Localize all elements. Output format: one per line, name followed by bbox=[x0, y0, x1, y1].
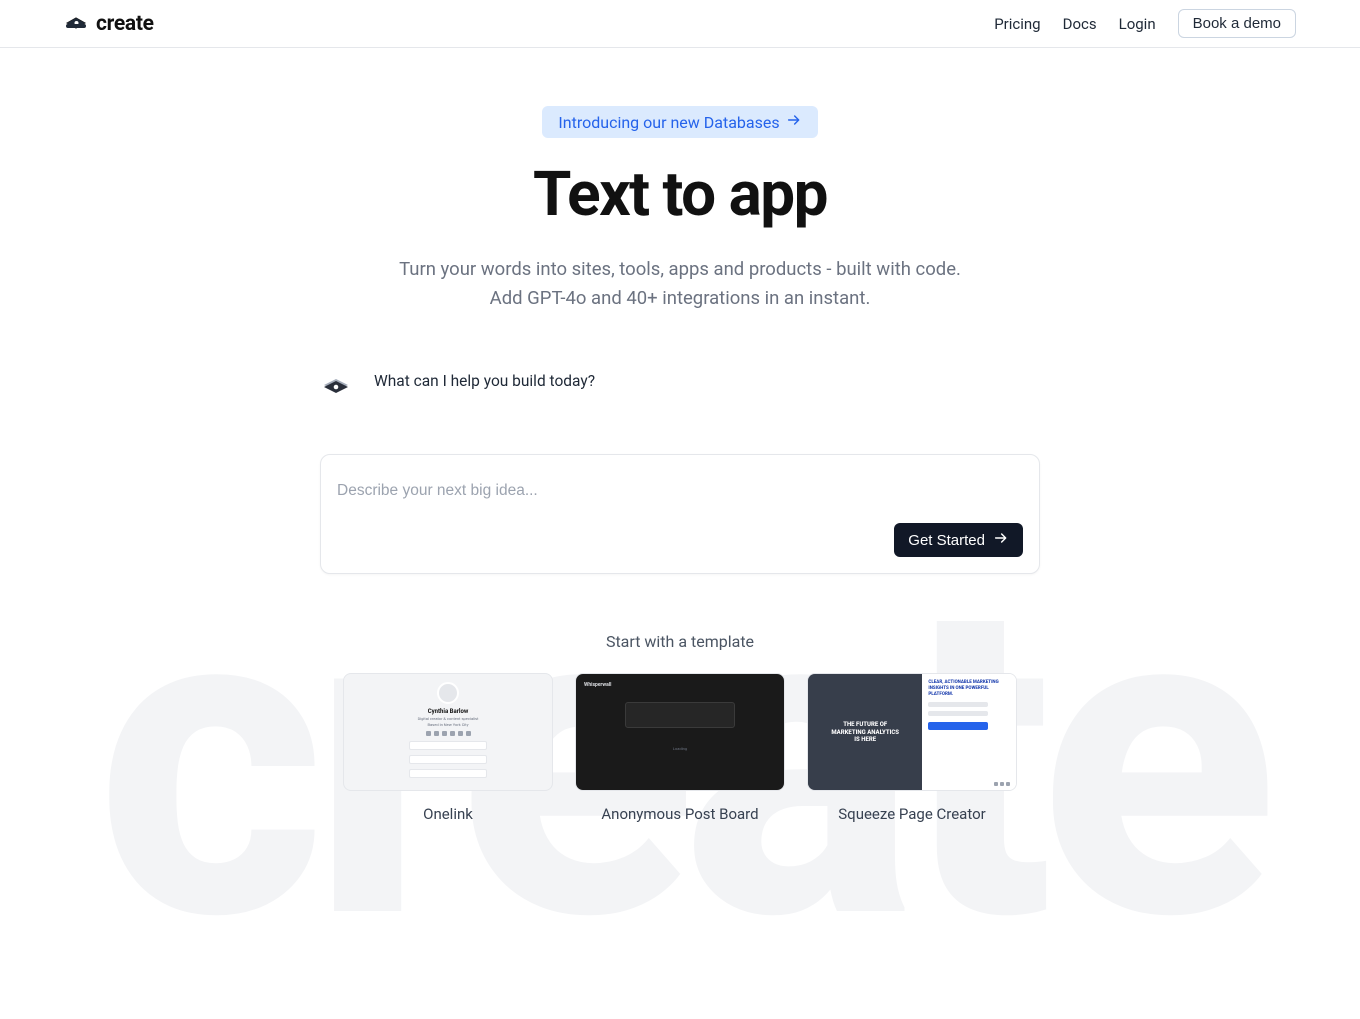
announcement-text: Introducing our new Databases bbox=[558, 113, 779, 132]
templates-heading: Start with a template bbox=[606, 632, 754, 651]
nav-pricing[interactable]: Pricing bbox=[994, 15, 1040, 33]
idea-input[interactable] bbox=[337, 471, 1023, 511]
templates-list: Cynthia Barlow Digital creator & content… bbox=[343, 673, 1017, 823]
arrow-right-icon bbox=[993, 530, 1009, 550]
assistant-prompt-row: What can I help you build today? bbox=[320, 372, 1040, 402]
thumb-brand: Whisperwall bbox=[584, 682, 776, 688]
page-title: Text to app bbox=[533, 158, 827, 231]
template-label: Squeeze Page Creator bbox=[838, 805, 985, 823]
brand-logo[interactable]: create bbox=[64, 12, 154, 36]
subtitle-line-2: Add GPT-4o and 40+ integrations in an in… bbox=[399, 284, 961, 313]
template-label: Anonymous Post Board bbox=[601, 805, 758, 823]
thumb-name: Cynthia Barlow bbox=[428, 708, 469, 715]
assistant-prompt-text: What can I help you build today? bbox=[374, 372, 595, 390]
get-started-label: Get Started bbox=[908, 532, 985, 549]
thumb-hero-text: THE FUTURE OF MARKETING ANALYTICS IS HER… bbox=[831, 721, 899, 744]
idea-input-card: Get Started bbox=[320, 454, 1040, 574]
thumb-sub2: Based in New York City bbox=[428, 722, 469, 727]
template-card-squeeze-page[interactable]: THE FUTURE OF MARKETING ANALYTICS IS HER… bbox=[807, 673, 1017, 823]
templates-section: Start with a template Cynthia Barlow Dig… bbox=[343, 632, 1017, 823]
main-content: Introducing our new Databases Text to ap… bbox=[0, 48, 1360, 823]
nav-docs[interactable]: Docs bbox=[1063, 15, 1097, 33]
template-thumb: Whisperwall Loading bbox=[575, 673, 785, 791]
book-demo-button[interactable]: Book a demo bbox=[1178, 9, 1296, 38]
arrow-right-icon bbox=[786, 112, 802, 132]
thumb-sub1: Digital creator & content specialist bbox=[418, 716, 479, 721]
page-subtitle: Turn your words into sites, tools, apps … bbox=[399, 255, 961, 312]
subtitle-line-1: Turn your words into sites, tools, apps … bbox=[399, 255, 961, 284]
brand-logo-text: create bbox=[96, 12, 154, 36]
site-header: create Pricing Docs Login Book a demo bbox=[0, 0, 1360, 48]
template-label: Onelink bbox=[423, 805, 473, 823]
template-thumb: Cynthia Barlow Digital creator & content… bbox=[343, 673, 553, 791]
get-started-button[interactable]: Get Started bbox=[894, 523, 1023, 557]
announcement-pill[interactable]: Introducing our new Databases bbox=[542, 106, 817, 138]
assistant-avatar-icon bbox=[320, 370, 352, 402]
template-thumb: THE FUTURE OF MARKETING ANALYTICS IS HER… bbox=[807, 673, 1017, 791]
brand-logo-icon bbox=[64, 12, 88, 36]
template-card-onelink[interactable]: Cynthia Barlow Digital creator & content… bbox=[343, 673, 553, 823]
input-actions: Get Started bbox=[337, 523, 1023, 557]
thumb-right-title: CLEAR, ACTIONABLE MARKETING INSIGHTS IN … bbox=[928, 680, 1010, 698]
nav-login[interactable]: Login bbox=[1119, 15, 1156, 33]
thumb-footer: Loading bbox=[584, 746, 776, 751]
template-card-anonymous-board[interactable]: Whisperwall Loading Anonymous Post Board bbox=[575, 673, 785, 823]
top-nav: Pricing Docs Login Book a demo bbox=[994, 9, 1296, 38]
